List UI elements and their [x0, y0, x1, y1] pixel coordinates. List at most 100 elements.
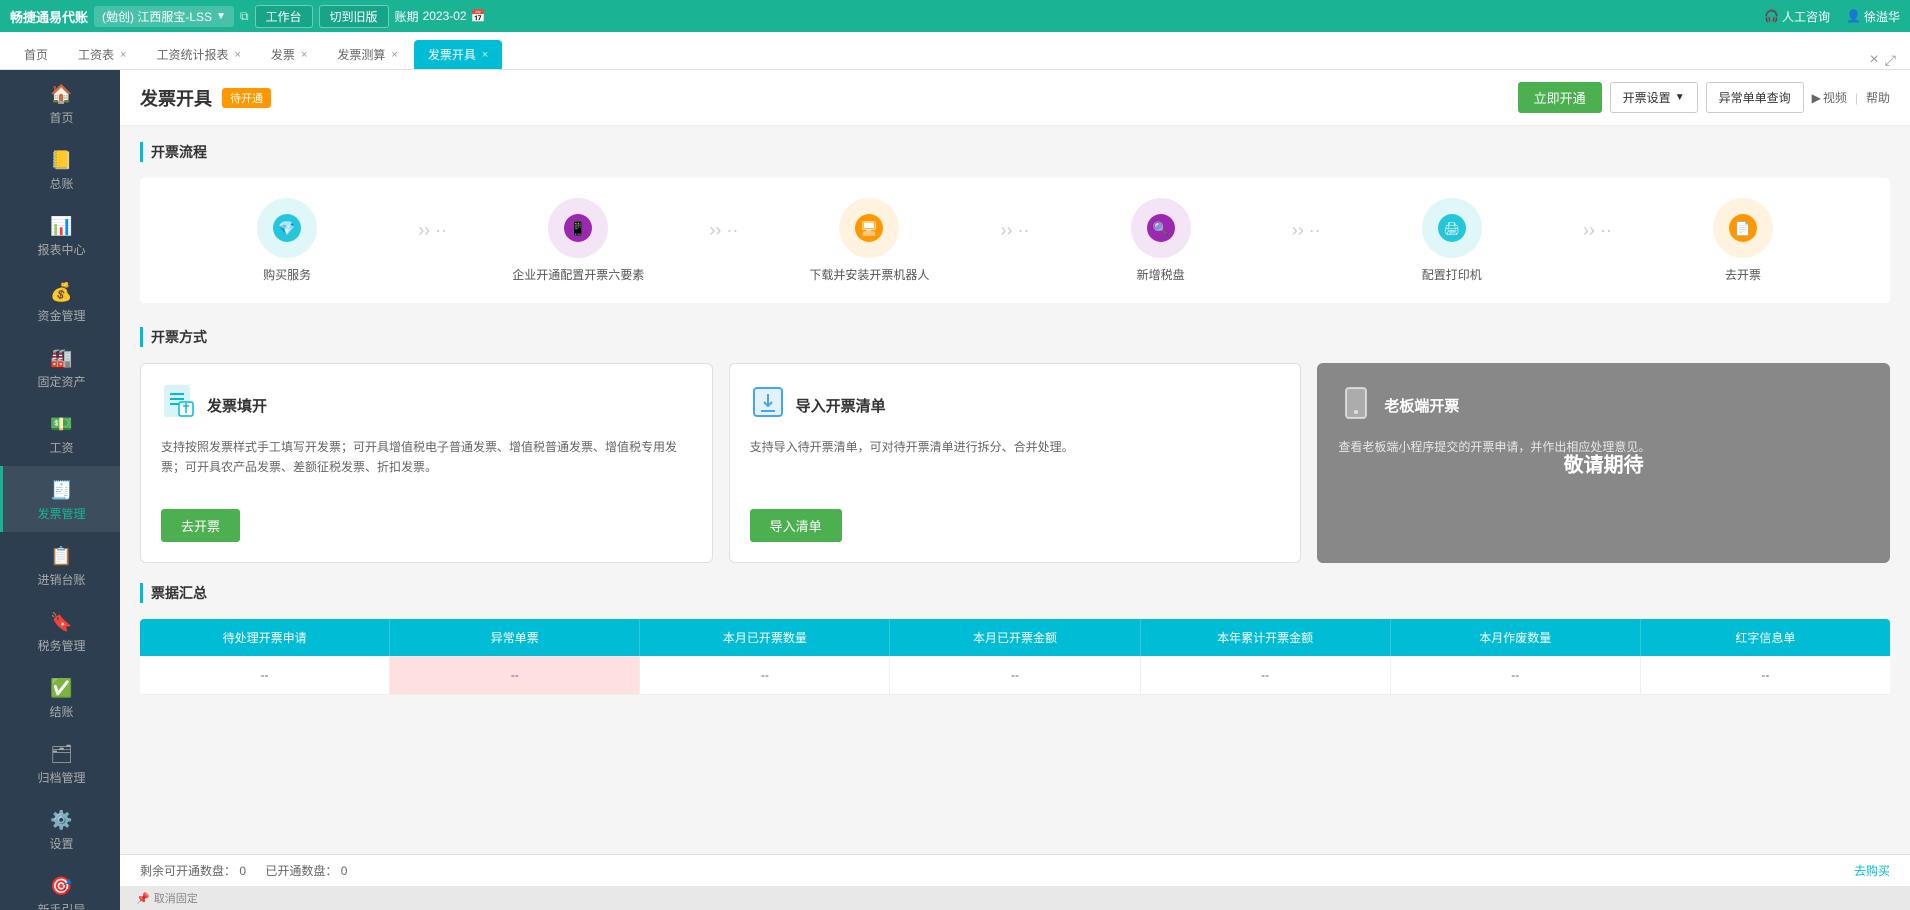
open-settings-button[interactable]: 开票设置 ▼: [1610, 82, 1698, 113]
sidebar-item-purchase[interactable]: 📋 进销台账: [0, 532, 120, 598]
go-open-invoice-button[interactable]: 去开票: [161, 509, 240, 542]
tab-salary-table-close[interactable]: ×: [120, 49, 126, 61]
sidebar-item-checkout[interactable]: ✅ 结账: [0, 664, 120, 730]
tab-invoice-calc-label: 发票测算: [337, 46, 385, 63]
method-boss-icon: [1338, 384, 1374, 427]
purchase-icon: 📋: [50, 546, 72, 567]
chevron-down-icon: ▼: [216, 11, 226, 22]
remaining-label: 剩余可开通数盘：: [140, 864, 236, 878]
home-icon: 🏠: [50, 84, 72, 105]
flow-arrow-2: ›› ··: [705, 220, 742, 241]
copy-icon[interactable]: ⧉: [240, 9, 249, 24]
salary-icon: 💵: [50, 414, 72, 435]
flow-step-open: 📄 去开票: [1616, 198, 1870, 283]
guide-icon: 🎯: [50, 876, 72, 897]
view-button[interactable]: ▶ 视频: [1812, 89, 1847, 106]
summary-void-count-value: --: [1391, 656, 1641, 695]
sidebar-item-guide[interactable]: 🎯 新手引导: [0, 862, 120, 910]
sidebar-item-tax-label: 税务管理: [37, 637, 85, 654]
summary-exception-value: --: [390, 656, 640, 695]
flow-step-open-icon: 📄: [1713, 198, 1773, 258]
summary-header-month-count: 本月已开票数量: [640, 619, 890, 656]
footer-info: 剩余可开通数盘： 0 已开通数盘： 0: [140, 862, 347, 879]
flow-step-open-label: 去开票: [1725, 266, 1761, 283]
method-boss-header: 老板端开票: [1338, 384, 1869, 427]
method-manual-icon: [161, 384, 197, 427]
import-list-button[interactable]: 导入清单: [750, 509, 842, 542]
sidebar-item-capital-label: 资金管理: [37, 307, 85, 324]
sidebar-item-archive[interactable]: 🗂 归档管理: [0, 730, 120, 796]
user-button[interactable]: 👤 徐溢华: [1846, 8, 1900, 25]
sidebar-item-checkout-label: 结账: [49, 703, 73, 720]
tab-salary-table[interactable]: 工资表 ×: [64, 40, 140, 69]
flow-arrow-3: ›› ··: [997, 220, 1034, 241]
close-window-icon[interactable]: ×: [1869, 51, 1878, 69]
company-selector[interactable]: (勉创) 江西服宝-LSS ▼: [94, 6, 234, 27]
method-import-icon: [750, 384, 786, 427]
svg-text:💎: 💎: [278, 220, 295, 236]
immediate-open-button[interactable]: 立即开通: [1518, 82, 1602, 113]
flow-arrow-5: ›› ··: [1579, 220, 1616, 241]
flow-section-title: 开票流程: [140, 142, 1890, 162]
switch-old-button[interactable]: 切到旧版: [319, 5, 389, 28]
user-icon: 👤: [1846, 9, 1861, 23]
summary-header: 待处理开票申请 异常单票 本月已开票数量 本月已开票金额 本年累计开票金额 本月…: [140, 619, 1890, 656]
chevron-settings-icon: ▼: [1675, 92, 1685, 103]
sidebar-item-invoice[interactable]: 🧾 发票管理: [0, 466, 120, 532]
tab-invoice-calc-close[interactable]: ×: [391, 49, 397, 61]
sidebar-item-capital[interactable]: 💰 资金管理: [0, 268, 120, 334]
play-icon: ▶: [1812, 91, 1821, 105]
method-card-boss: 老板端开票 查看老板端小程序提交的开票申请，并作出相应处理意见。 敬请期待: [1317, 363, 1890, 563]
tab-home[interactable]: 首页: [10, 40, 62, 69]
archive-icon: 🗂: [50, 744, 73, 765]
status-badge: 待开通: [222, 88, 271, 108]
sidebar-item-salary[interactable]: 💵 工资: [0, 400, 120, 466]
sidebar-item-reports[interactable]: 📊 报表中心: [0, 202, 120, 268]
method-import-desc: 支持导入待开票清单，可对待开票清单进行拆分、合并处理。: [750, 437, 1281, 489]
reports-icon: 📊: [50, 216, 72, 237]
tab-salary-report-close[interactable]: ×: [234, 49, 240, 61]
tab-invoice-calc[interactable]: 发票测算 ×: [323, 40, 411, 69]
method-manual-header: 发票填开: [161, 384, 692, 427]
sidebar-item-purchase-label: 进销台账: [37, 571, 85, 588]
sidebar-item-assets[interactable]: 🏭 固定资产: [0, 334, 120, 400]
sidebar-item-ledger[interactable]: 📒 总账: [0, 136, 120, 202]
exception-query-button[interactable]: 异常单单查询: [1706, 82, 1804, 113]
workspace-button[interactable]: 工作台: [255, 5, 313, 28]
flow-section: 开票流程 💎 购买服务 ›› ·· 📱 企业开通配置开票六要素: [140, 142, 1890, 303]
summary-section-title: 票据汇总: [140, 583, 1890, 603]
tab-invoice-open[interactable]: 发票开具 ×: [414, 40, 502, 69]
flow-step-taxdisk-label: 新增税盘: [1137, 266, 1185, 283]
help-button[interactable]: 帮助: [1866, 89, 1890, 106]
flow-steps: 💎 购买服务 ›› ·· 📱 企业开通配置开票六要素 ›› ··: [140, 178, 1890, 303]
flow-step-printer-label: 配置打印机: [1422, 266, 1482, 283]
sidebar-item-settings[interactable]: ⚙️ 设置: [0, 796, 120, 862]
headset-icon: 🎧: [1764, 9, 1779, 23]
svg-text:📱: 📱: [570, 220, 587, 237]
pin-icon[interactable]: 📌: [136, 892, 150, 905]
sidebar: 🏠 首页 📒 总账 📊 报表中心 💰 资金管理 🏭 固定资产 💵 工资 🧾 发票…: [0, 70, 120, 910]
calendar-icon[interactable]: 📅: [471, 9, 486, 23]
buy-link[interactable]: 去购买: [1854, 862, 1890, 879]
period-selector[interactable]: 账期 2023-02 📅: [395, 8, 486, 25]
resize-window-icon[interactable]: ⤢: [1885, 52, 1896, 69]
tab-invoice-open-close[interactable]: ×: [482, 49, 488, 61]
svg-text:🖥: 🖥: [861, 220, 879, 236]
summary-month-count-value: --: [640, 656, 890, 695]
flow-arrow-4: ›› ··: [1288, 220, 1325, 241]
opened-label: 已开通数盘：: [265, 864, 337, 878]
summary-header-exception: 异常单票: [390, 619, 640, 656]
summary-header-year-amount: 本年累计开票金额: [1141, 619, 1391, 656]
sidebar-item-tax[interactable]: 🔖 税务管理: [0, 598, 120, 664]
tab-invoice-close[interactable]: ×: [301, 49, 307, 61]
sidebar-item-assets-label: 固定资产: [37, 373, 85, 390]
service-button[interactable]: 🎧 人工咨询: [1764, 8, 1830, 25]
flow-step-download: 🖥 下载并安装开票机器人: [742, 198, 996, 283]
tab-invoice[interactable]: 发票 ×: [257, 40, 321, 69]
tab-salary-report[interactable]: 工资统计报表 ×: [142, 40, 254, 69]
method-manual-desc: 支持按照发票样式手工填写开发票；可开具增值税电子普通发票、增值税普通发票、增值税…: [161, 437, 692, 489]
summary-year-amount-value: --: [1141, 656, 1391, 695]
opened-value: 0: [341, 864, 348, 878]
flow-step-config-label: 企业开通配置开票六要素: [512, 266, 644, 283]
sidebar-item-home[interactable]: 🏠 首页: [0, 70, 120, 136]
